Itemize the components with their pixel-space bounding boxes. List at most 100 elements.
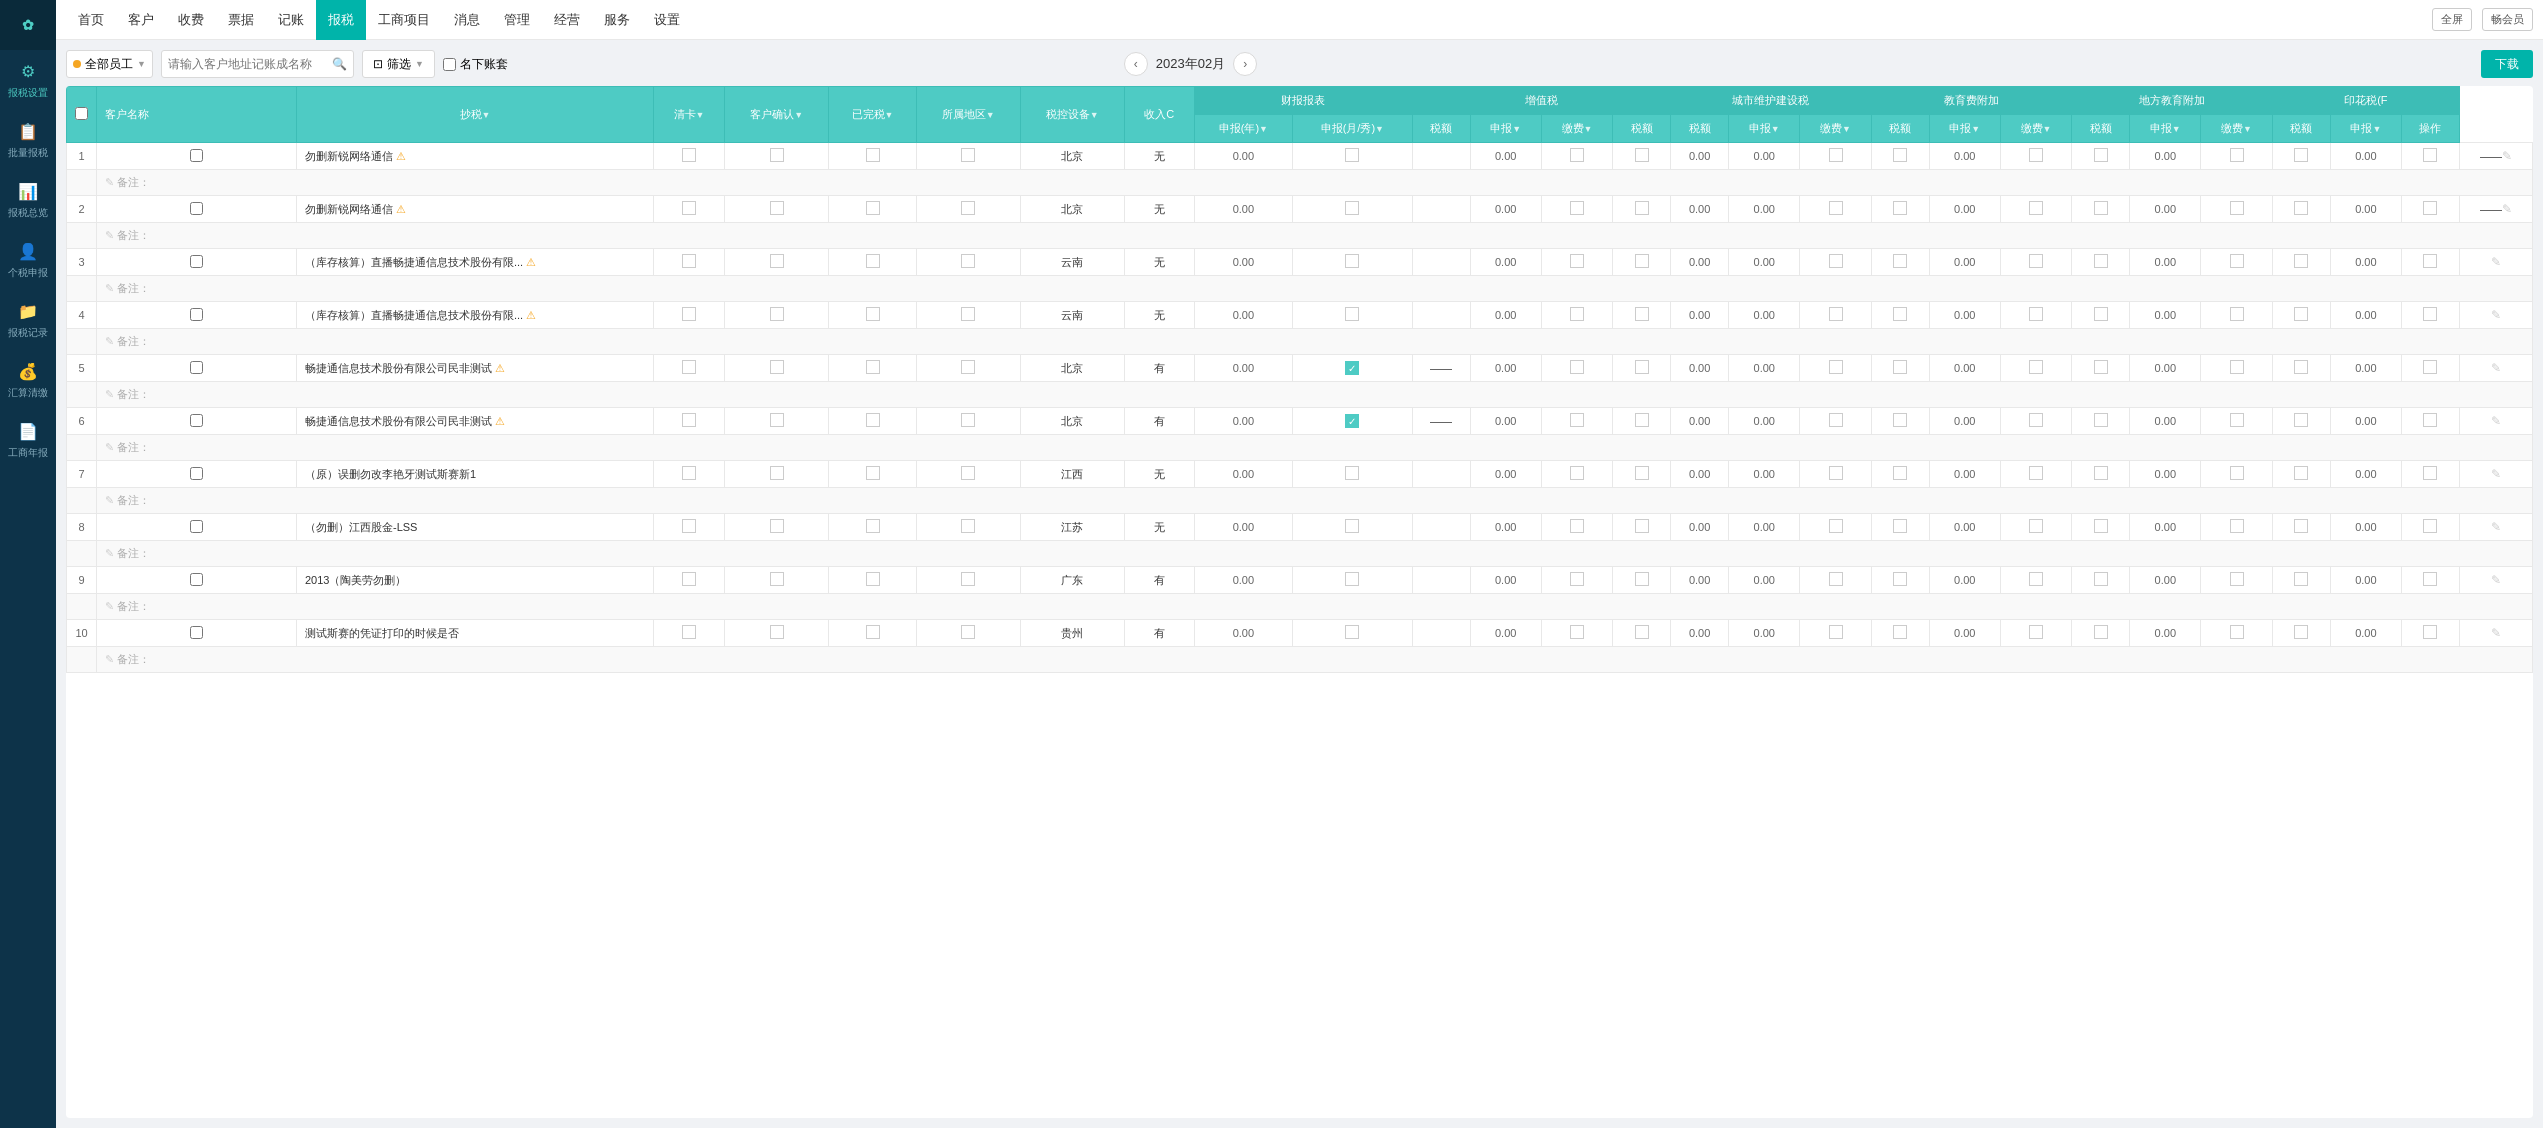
- yh-apply-checkbox[interactable]: [2423, 466, 2437, 480]
- zzs-pay-checkbox[interactable]: [1635, 413, 1649, 427]
- df-apply-checkbox[interactable]: [2230, 307, 2244, 321]
- zzs-apply-checkbox[interactable]: [1570, 201, 1584, 215]
- jy-apply-checkbox[interactable]: [2029, 148, 2043, 162]
- row-checkbox[interactable]: [190, 149, 203, 162]
- df-pay-checkbox[interactable]: [2294, 360, 2308, 374]
- nav-accounting[interactable]: 记账: [266, 0, 316, 40]
- sidebar-item-jilu[interactable]: 📁 报税记录: [0, 290, 56, 350]
- caibao-year-checkbox[interactable]: [1345, 254, 1359, 268]
- qingka-checkbox[interactable]: [770, 466, 784, 480]
- cs-apply-checkbox[interactable]: [1829, 201, 1843, 215]
- paid-checkbox[interactable]: [961, 466, 975, 480]
- jy-pay-checkbox[interactable]: [2094, 148, 2108, 162]
- row-checkbox[interactable]: [190, 626, 203, 639]
- select-all-checkbox[interactable]: [75, 107, 88, 120]
- caibao-year-checkbox[interactable]: [1345, 201, 1359, 215]
- caibao-year-checkbox[interactable]: [1345, 572, 1359, 586]
- jy-pay-checkbox[interactable]: [2094, 360, 2108, 374]
- sidebar-item-gongshangnian[interactable]: 📄 工商年报: [0, 410, 56, 470]
- note-pencil-icon[interactable]: ✎: [105, 494, 114, 506]
- df-apply-checkbox[interactable]: [2230, 625, 2244, 639]
- zzs-pay-checkbox[interactable]: [1635, 625, 1649, 639]
- zzs-apply-checkbox[interactable]: [1570, 413, 1584, 427]
- df-pay-checkbox[interactable]: [2294, 519, 2308, 533]
- caibao-year-checkbox[interactable]: [1345, 466, 1359, 480]
- note-pencil-icon[interactable]: ✎: [105, 388, 114, 400]
- cs-apply-checkbox[interactable]: [1829, 254, 1843, 268]
- qingka-checkbox[interactable]: [770, 254, 784, 268]
- nav-services[interactable]: 服务: [592, 0, 642, 40]
- df-apply-checkbox[interactable]: [2230, 201, 2244, 215]
- confirm-checkbox[interactable]: [866, 625, 880, 639]
- cs-apply-checkbox[interactable]: [1829, 466, 1843, 480]
- name-list-checkbox[interactable]: 名下账套: [443, 56, 508, 73]
- cs-apply-checkbox[interactable]: [1829, 307, 1843, 321]
- chaoshui-checkbox[interactable]: [682, 201, 696, 215]
- zzs-pay-checkbox[interactable]: [1635, 360, 1649, 374]
- chaoshui-checkbox[interactable]: [682, 625, 696, 639]
- jy-pay-checkbox[interactable]: [2094, 413, 2108, 427]
- cs-pay-checkbox[interactable]: [1893, 466, 1907, 480]
- zzs-apply-checkbox[interactable]: [1570, 360, 1584, 374]
- paid-checkbox[interactable]: [961, 307, 975, 321]
- confirm-checkbox[interactable]: [866, 466, 880, 480]
- member-button[interactable]: 畅会员: [2482, 8, 2533, 31]
- cs-pay-checkbox[interactable]: [1893, 572, 1907, 586]
- jy-pay-checkbox[interactable]: [2094, 625, 2108, 639]
- zzs-pay-checkbox[interactable]: [1635, 254, 1649, 268]
- qingka-checkbox[interactable]: [770, 201, 784, 215]
- row-checkbox[interactable]: [190, 255, 203, 268]
- paid-checkbox[interactable]: [961, 254, 975, 268]
- paid-checkbox[interactable]: [961, 201, 975, 215]
- chaoshui-checkbox[interactable]: [682, 254, 696, 268]
- jy-apply-checkbox[interactable]: [2029, 360, 2043, 374]
- qingka-checkbox[interactable]: [770, 519, 784, 533]
- prev-page-button[interactable]: ‹: [1124, 52, 1148, 76]
- cs-pay-checkbox[interactable]: [1893, 148, 1907, 162]
- nav-business[interactable]: 工商项目: [366, 0, 442, 40]
- note-pencil-icon[interactable]: ✎: [105, 229, 114, 241]
- df-apply-checkbox[interactable]: [2230, 360, 2244, 374]
- jy-pay-checkbox[interactable]: [2094, 307, 2108, 321]
- fullscreen-button[interactable]: 全屏: [2432, 8, 2472, 31]
- row-checkbox[interactable]: [190, 467, 203, 480]
- download-button[interactable]: 下载: [2481, 50, 2533, 78]
- paid-checkbox[interactable]: [961, 625, 975, 639]
- cs-pay-checkbox[interactable]: [1893, 307, 1907, 321]
- nav-messages[interactable]: 消息: [442, 0, 492, 40]
- zzs-apply-checkbox[interactable]: [1570, 254, 1584, 268]
- row-checkbox[interactable]: [190, 202, 203, 215]
- search-input[interactable]: [168, 57, 328, 71]
- df-apply-checkbox[interactable]: [2230, 148, 2244, 162]
- df-pay-checkbox[interactable]: [2294, 625, 2308, 639]
- chaoshui-checkbox[interactable]: [682, 413, 696, 427]
- edit-icon[interactable]: ✎: [2491, 255, 2501, 269]
- df-apply-checkbox[interactable]: [2230, 413, 2244, 427]
- paid-checkbox[interactable]: [961, 519, 975, 533]
- yh-apply-checkbox[interactable]: [2423, 307, 2437, 321]
- row-checkbox[interactable]: [190, 520, 203, 533]
- caibao-year-checkbox[interactable]: [1345, 307, 1359, 321]
- df-pay-checkbox[interactable]: [2294, 572, 2308, 586]
- jy-pay-checkbox[interactable]: [2094, 254, 2108, 268]
- df-pay-checkbox[interactable]: [2294, 413, 2308, 427]
- df-apply-checkbox[interactable]: [2230, 519, 2244, 533]
- row-checkbox[interactable]: [190, 414, 203, 427]
- nav-management[interactable]: 管理: [492, 0, 542, 40]
- jy-pay-checkbox[interactable]: [2094, 466, 2108, 480]
- jy-apply-checkbox[interactable]: [2029, 201, 2043, 215]
- zzs-pay-checkbox[interactable]: [1635, 519, 1649, 533]
- sidebar-item-zonglan[interactable]: 📊 报税总览: [0, 170, 56, 230]
- jy-apply-checkbox[interactable]: [2029, 625, 2043, 639]
- nav-fees[interactable]: 收费: [166, 0, 216, 40]
- jy-apply-checkbox[interactable]: [2029, 466, 2043, 480]
- df-apply-checkbox[interactable]: [2230, 466, 2244, 480]
- caibao-year-checkbox[interactable]: [1345, 519, 1359, 533]
- qingka-checkbox[interactable]: [770, 360, 784, 374]
- chaoshui-checkbox[interactable]: [682, 466, 696, 480]
- edit-icon[interactable]: ✎: [2491, 626, 2501, 640]
- chaoshui-checkbox[interactable]: [682, 519, 696, 533]
- row-checkbox[interactable]: [190, 361, 203, 374]
- yh-apply-checkbox[interactable]: [2423, 625, 2437, 639]
- jy-pay-checkbox[interactable]: [2094, 519, 2108, 533]
